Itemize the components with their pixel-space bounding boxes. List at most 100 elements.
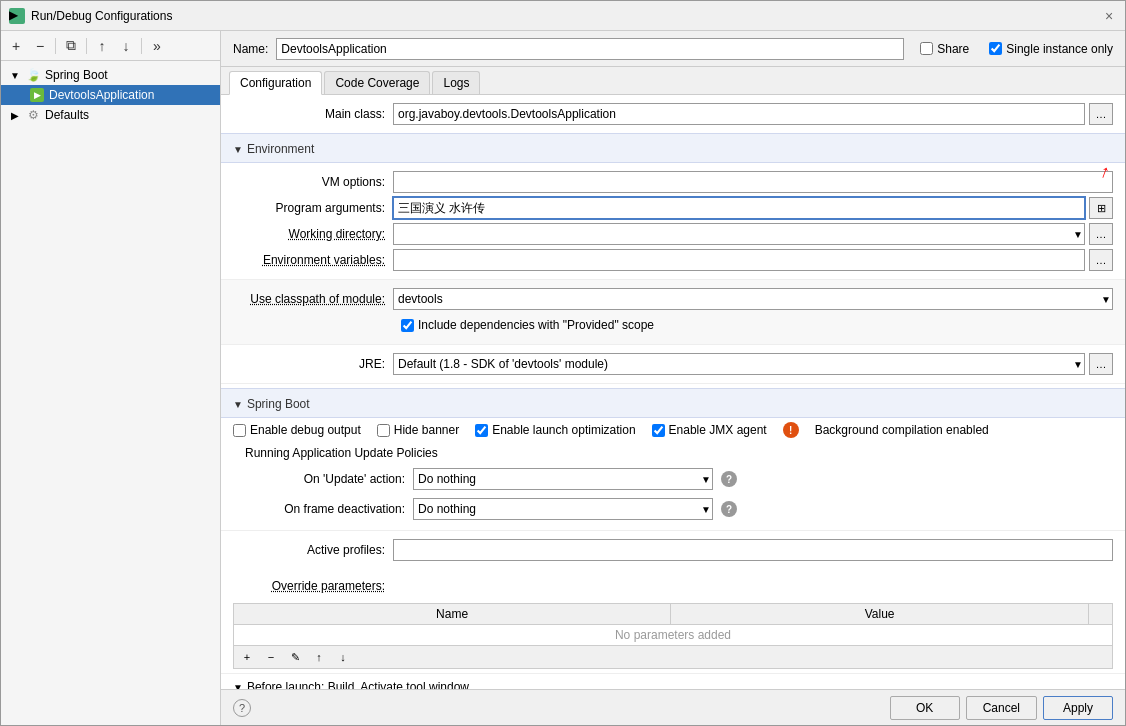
table-actions: + − ✎ ↑ ↓ (233, 646, 1113, 669)
override-params-label: Override parameters: (233, 579, 393, 593)
defaults-label: Defaults (45, 108, 89, 122)
close-button[interactable]: × (1101, 8, 1117, 24)
spring-boot-section-label: Spring Boot (247, 397, 310, 411)
devtools-app-icon: ▶ (29, 87, 45, 103)
active-profiles-section: Active profiles: (221, 530, 1125, 569)
jre-control: Default (1.8 - SDK of 'devtools' module)… (393, 353, 1113, 375)
table-down-btn[interactable]: ↓ (332, 648, 354, 666)
jre-browse[interactable]: … (1089, 353, 1113, 375)
jre-row: JRE: Default (1.8 - SDK of 'devtools' mo… (233, 351, 1113, 377)
help-button[interactable]: ? (233, 699, 251, 717)
environment-header[interactable]: ▼ Environment (233, 136, 1113, 160)
devtools-app-tree-item[interactable]: ▶ DevtoolsApplication (1, 85, 220, 105)
tab-logs[interactable]: Logs (432, 71, 480, 94)
debug-output-row: Enable debug output (233, 423, 361, 437)
cancel-button[interactable]: Cancel (966, 696, 1037, 720)
before-launch-expand[interactable]: ▼ (233, 682, 243, 690)
active-profiles-label: Active profiles: (233, 543, 393, 557)
vm-options-input[interactable] (393, 171, 1113, 193)
single-instance-checkbox[interactable] (989, 42, 1002, 55)
override-params-label-row: Override parameters: (233, 573, 1113, 599)
before-launch-section: ▼ Before launch: Build, Activate tool wi… (221, 673, 1125, 689)
jre-label: JRE: (233, 357, 393, 371)
main-class-label: Main class: (233, 107, 393, 121)
move-down-button[interactable]: ↓ (115, 35, 137, 57)
tab-configuration[interactable]: Configuration (229, 71, 322, 95)
more-button[interactable]: » (146, 35, 168, 57)
include-deps-checkbox[interactable] (401, 319, 414, 332)
launch-opt-row: Enable launch optimization (475, 423, 635, 437)
program-args-expand[interactable]: ⊞ (1089, 197, 1113, 219)
table-add-btn[interactable]: + (236, 648, 258, 666)
defaults-tree-item[interactable]: ▶ ⚙ Defaults (1, 105, 220, 125)
devtools-app-label: DevtoolsApplication (49, 88, 154, 102)
single-instance-area: Single instance only (989, 42, 1113, 56)
spring-boot-header[interactable]: ▼ Spring Boot (233, 391, 1113, 415)
add-button[interactable]: + (5, 35, 27, 57)
on-update-dropdown[interactable]: Do nothing Update classes and resources … (413, 468, 713, 490)
main-class-row: Main class: … (233, 101, 1113, 127)
table-remove-btn[interactable]: − (260, 648, 282, 666)
bottom-right: OK Cancel Apply (890, 696, 1113, 720)
on-deactivate-row: On frame deactivation: Do nothing Update… (245, 496, 1113, 522)
spring-boot-tree-item[interactable]: ▼ 🍃 Spring Boot (1, 65, 220, 85)
table-name-header: Name (234, 604, 671, 625)
running-app-title: Running Application Update Policies (245, 446, 1113, 460)
active-profiles-control (393, 539, 1113, 561)
classpath-dropdown[interactable]: devtools (393, 288, 1113, 310)
environment-label: Environment (247, 142, 314, 156)
window-title: Run/Debug Configurations (31, 9, 1101, 23)
active-profiles-input[interactable] (393, 539, 1113, 561)
on-update-help[interactable]: ? (721, 471, 737, 487)
working-dir-control: ▼ … (393, 223, 1113, 245)
debug-output-checkbox[interactable] (233, 424, 246, 437)
env-vars-browse[interactable]: … (1089, 249, 1113, 271)
program-args-label: Program arguments: (233, 201, 393, 215)
share-checkbox[interactable] (920, 42, 933, 55)
main-class-browse[interactable]: … (1089, 103, 1113, 125)
jmx-agent-checkbox[interactable] (652, 424, 665, 437)
name-input[interactable] (276, 38, 904, 60)
tab-code-coverage[interactable]: Code Coverage (324, 71, 430, 94)
table-value-header: Value (671, 604, 1089, 625)
env-vars-control: … (393, 249, 1113, 271)
launch-opt-checkbox[interactable] (475, 424, 488, 437)
apply-button[interactable]: Apply (1043, 696, 1113, 720)
working-dir-dropdown[interactable] (393, 223, 1085, 245)
jre-dropdown[interactable]: Default (1.8 - SDK of 'devtools' module) (393, 353, 1085, 375)
program-args-input[interactable] (393, 197, 1085, 219)
defaults-icon: ⚙ (25, 107, 41, 123)
vm-options-row: VM options: ↓ (233, 169, 1113, 195)
separator1 (55, 38, 56, 54)
on-deactivate-help[interactable]: ? (721, 501, 737, 517)
classpath-section: Use classpath of module: devtools ▼ (221, 279, 1125, 344)
table-empty-msg: No parameters added (234, 625, 1113, 646)
name-bar: Name: Share Single instance only (221, 31, 1125, 67)
env-vars-input[interactable] (393, 249, 1085, 271)
table-up-btn[interactable]: ↑ (308, 648, 330, 666)
classpath-row: Use classpath of module: devtools ▼ (233, 286, 1113, 312)
tree-expand-icon[interactable]: ▼ (9, 69, 21, 81)
hide-banner-checkbox[interactable] (377, 424, 390, 437)
main-class-input[interactable] (393, 103, 1085, 125)
on-deactivate-dropdown[interactable]: Do nothing Update classes and resources … (413, 498, 713, 520)
on-update-dropdown-wrapper: Do nothing Update classes and resources … (413, 468, 713, 490)
vm-options-label: VM options: (233, 175, 393, 189)
working-dir-row: Working directory: ▼ … (233, 221, 1113, 247)
include-deps-row: Include dependencies with "Provided" sco… (233, 312, 1113, 338)
copy-button[interactable]: ⧉ (60, 35, 82, 57)
run-debug-config-window: ▶ Run/Debug Configurations × + − ⧉ ↑ ↓ »… (0, 0, 1126, 726)
table-edit-btn[interactable]: ✎ (284, 648, 306, 666)
remove-button[interactable]: − (29, 35, 51, 57)
before-launch-header: ▼ Before launch: Build, Activate tool wi… (233, 680, 1113, 689)
on-deactivate-label: On frame deactivation: (245, 502, 405, 516)
ok-button[interactable]: OK (890, 696, 960, 720)
tab-bar: Configuration Code Coverage Logs (221, 67, 1125, 95)
move-up-button[interactable]: ↑ (91, 35, 113, 57)
working-dir-label: Working directory: (233, 227, 393, 241)
working-dir-browse[interactable]: … (1089, 223, 1113, 245)
spring-boot-expand-icon: ▼ (233, 399, 243, 410)
separator2 (86, 38, 87, 54)
spring-boot-header-bg: ▼ Spring Boot (221, 388, 1125, 418)
defaults-expand-icon[interactable]: ▶ (9, 109, 21, 121)
